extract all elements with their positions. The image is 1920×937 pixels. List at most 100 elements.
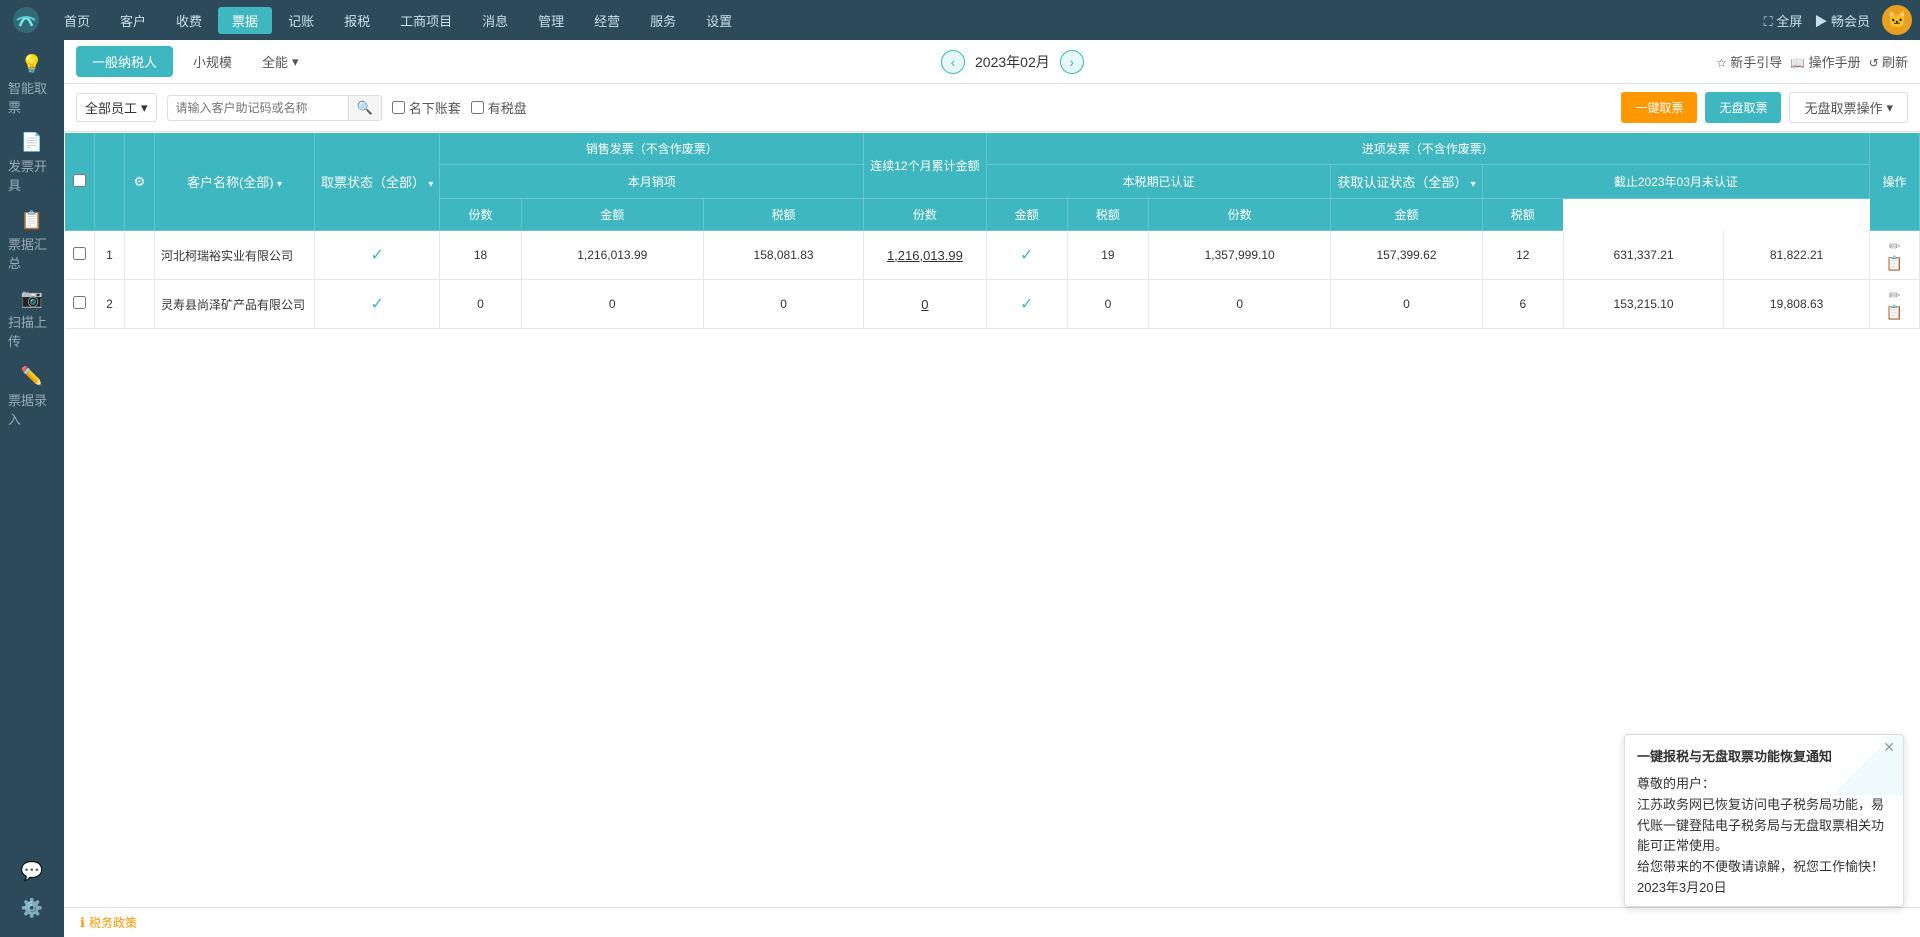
row-uncert-count: 6 [1482,280,1563,329]
cert-status-check-icon: ✓ [1020,296,1033,313]
tab-general-taxpayer[interactable]: 一般纳税人 [76,46,173,77]
fullscreen-btn[interactable]: ⛶ 全屏 [1764,11,1803,30]
search-input[interactable] [168,97,348,119]
th-cert-status: 获取认证状态（全部） ▾ [1331,165,1482,199]
row-cert-tax: 0 [1331,280,1482,329]
user-avatar[interactable]: 🐱 [1882,5,1912,35]
nav-customer[interactable]: 客户 [106,7,160,34]
copy-icon[interactable]: 📋 [1886,304,1903,320]
row-cumulative-amount[interactable]: 1,216,013.99 [864,231,986,280]
nav-invoice[interactable]: 票据 [218,7,272,34]
notification-box: ✕ 一键报税与无盘取票功能恢复通知 尊敬的用户：江苏政务网已恢复访问电子税务局功… [1624,734,1904,907]
row-index: 1 [95,231,125,280]
th-customer: 客户名称(全部) ▾ [155,133,315,231]
nav-settings[interactable]: 设置 [692,7,746,34]
edit-icon[interactable]: ✏ [1889,238,1901,254]
sidebar: 💡 智能取票 📄 发票开具 📋 票据汇总 📷 扫描上传 ✏️ 票据录入 💬 ⚙️ [0,40,64,937]
search-button[interactable]: 🔍 [348,96,381,120]
edit-icon[interactable]: ✏ [1889,287,1901,303]
new-user-guide-btn[interactable]: ☆ 新手引导 [1716,52,1782,71]
tax-disk-checkbox[interactable] [471,101,484,114]
th-sales-month: 本月销项 [440,165,864,199]
nav-operation[interactable]: 经营 [580,7,634,34]
th-take-status: 取票状态（全部） ▾ [315,133,440,231]
employee-chevron-icon: ▾ [141,100,148,116]
th-cert-count: 份数 [864,199,986,231]
row-uncert-amount: 631,337.21 [1563,231,1723,280]
filter-tax-disk[interactable]: 有税盘 [471,98,527,117]
nav-bookkeeping[interactable]: 记账 [274,7,328,34]
row-uncert-tax: 19,808.63 [1724,280,1870,329]
row-checkbox[interactable] [73,247,86,260]
th-cert-tax: 税额 [1067,199,1148,231]
one-click-ticket-btn[interactable]: 一键取票 [1621,92,1697,123]
cumulative-link[interactable]: 0 [921,297,928,312]
row-cert-status: ✓ [986,231,1067,280]
config-icon: ⚙️ [21,898,43,919]
row-checkbox[interactable] [73,296,86,309]
nav-fee[interactable]: 收费 [162,7,216,34]
next-month-button[interactable]: › [1060,50,1084,74]
row-settings [125,280,155,329]
tab-right-actions: ☆ 新手引导 📖 操作手册 ↺ 刷新 [1716,52,1908,71]
sidebar-item-chat[interactable]: 💬 [4,855,60,888]
my-accounts-checkbox[interactable] [392,101,405,114]
nav-business[interactable]: 工商项目 [386,7,466,34]
cumulative-link[interactable]: 1,216,013.99 [887,248,963,263]
row-take-status: ✓ [315,231,440,280]
tab-all-label: 全能 [262,52,288,71]
manual-btn[interactable]: 📖 操作手册 [1790,52,1860,71]
th-cert-amount: 金额 [986,199,1067,231]
diskless-ticket-btn[interactable]: 无盘取票 [1705,92,1781,123]
tax-policy-link[interactable]: 税务政策 [89,914,137,931]
th-sales-count: 份数 [440,199,521,231]
nav-service[interactable]: 服务 [636,7,690,34]
row-uncert-tax: 81,822.21 [1724,231,1870,280]
row-cumulative-amount[interactable]: 0 [864,280,986,329]
nav-home[interactable]: 首页 [50,7,104,34]
sidebar-item-invoice-summary[interactable]: 📋 票据汇总 [4,204,60,278]
th-cumulative: 连续12个月累计金额 [864,133,986,199]
th-uncert-count: 份数 [1149,199,1331,231]
diskless-ops-chevron-icon: ▾ [1886,100,1893,116]
refresh-btn[interactable]: ↺ 刷新 [1869,52,1908,71]
employee-select[interactable]: 全部员工 ▾ [76,93,157,122]
row-cert-count: 0 [1067,280,1148,329]
nav-tax[interactable]: 报税 [330,7,384,34]
diskless-ops-btn[interactable]: 无盘取票操作 ▾ [1789,92,1908,123]
nav-manage[interactable]: 管理 [524,7,578,34]
take-status-check-icon: ✓ [370,296,383,313]
th-sales-amount: 金额 [521,199,703,231]
row-settings [125,231,155,280]
sidebar-item-config[interactable]: ⚙️ [4,892,60,925]
sidebar-item-invoice-open-label: 发票开具 [8,156,56,194]
tab-all-select[interactable]: 全能 ▾ [252,46,309,77]
sidebar-item-invoice-open[interactable]: 📄 发票开具 [4,126,60,200]
copy-icon[interactable]: 📋 [1886,255,1903,271]
nav-message[interactable]: 消息 [468,7,522,34]
row-actions: ✏ 📋 [1870,280,1920,329]
row-sales-tax: 0 [703,280,863,329]
settings-icon[interactable]: ⚙ [134,174,146,189]
th-uncertified: 截止2023年03月未认证 [1482,165,1869,199]
filter-right-buttons: 一键取票 无盘取票 无盘取票操作 ▾ [1621,92,1908,123]
row-cert-amount: 0 [1149,280,1331,329]
prev-month-button[interactable]: ‹ [941,50,965,74]
notification-close-btn[interactable]: ✕ [1883,739,1895,756]
th-uncert-amount: 金额 [1331,199,1482,231]
tax-disk-label: 有税盘 [488,98,527,117]
sidebar-item-invoice-summary-label: 票据汇总 [8,234,56,272]
sidebar-item-invoice-entry-label: 票据录入 [8,390,56,428]
sidebar-item-scan-upload[interactable]: 📷 扫描上传 [4,282,60,356]
filter-my-accounts[interactable]: 名下账套 [392,98,461,117]
take-status-check-icon: ✓ [370,247,383,264]
row-sales-count: 0 [440,280,521,329]
row-cert-count: 19 [1067,231,1148,280]
vip-btn[interactable]: ▶ 畅会员 [1814,11,1870,30]
cert-status-check-icon: ✓ [1020,247,1033,264]
th-sales-group: 销售发票（不含作废票） [440,133,864,165]
sidebar-item-invoice-entry[interactable]: ✏️ 票据录入 [4,360,60,434]
tab-small-scale[interactable]: 小规模 [177,46,248,77]
select-all-checkbox[interactable] [73,174,86,187]
sidebar-item-smart-ticket[interactable]: 💡 智能取票 [4,48,60,122]
